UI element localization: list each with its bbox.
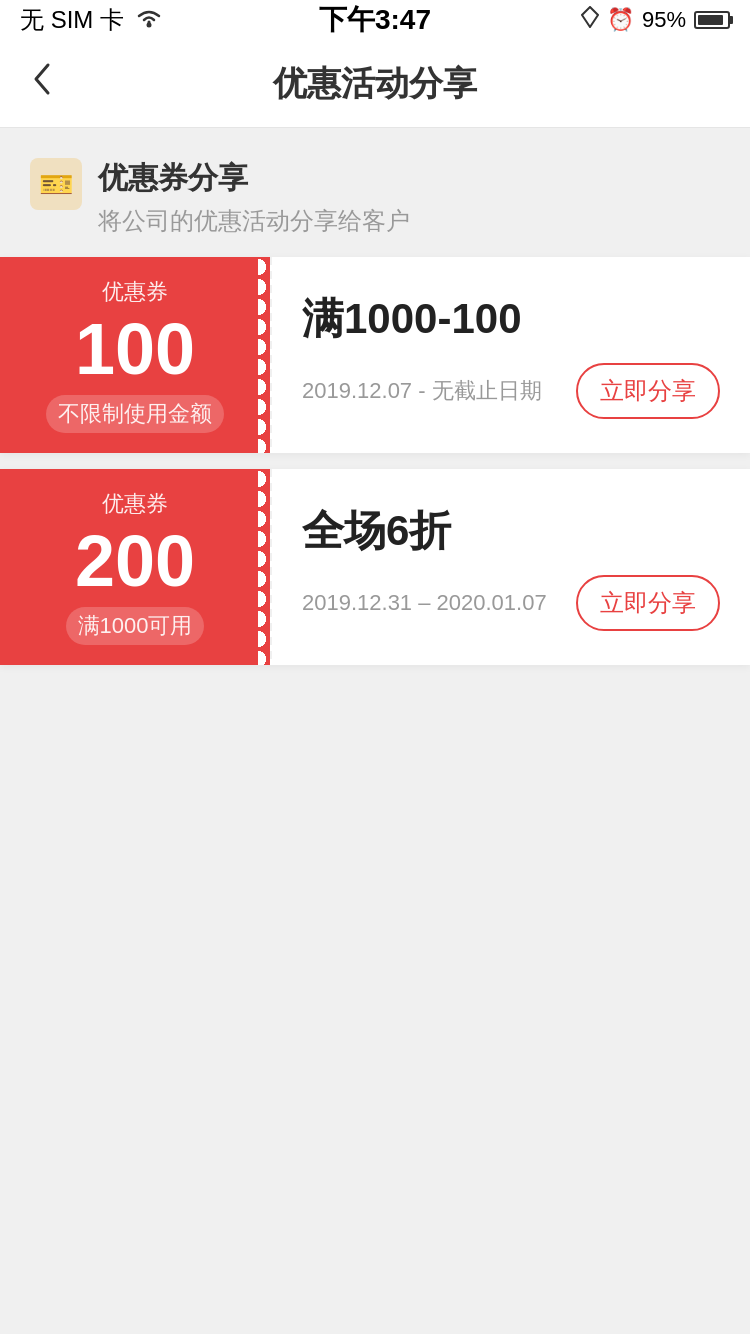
back-button[interactable] bbox=[30, 59, 54, 108]
svg-point-0 bbox=[147, 23, 152, 28]
nav-bar: 优惠活动分享 bbox=[0, 40, 750, 128]
coupon-card: 优惠券 100 不限制使用金额 满1000-100 2019.12.07 - 无… bbox=[0, 257, 750, 453]
coupon-card-1: 优惠券 200 满1000可用 全场6折 2019.12.31 – 2020.0… bbox=[0, 469, 750, 665]
coupon-condition-1: 满1000可用 bbox=[66, 607, 205, 645]
coupon-date-0: 2019.12.07 - 无截止日期 bbox=[302, 376, 566, 406]
battery-icon bbox=[694, 11, 730, 29]
coupon-bottom-0: 2019.12.07 - 无截止日期 立即分享 bbox=[302, 363, 720, 419]
bottom-area bbox=[0, 701, 750, 1261]
status-right: ⏰ 95% bbox=[581, 6, 730, 34]
coupon-bottom-1: 2019.12.31 – 2020.01.07 立即分享 bbox=[302, 575, 720, 631]
alarm-icon: ⏰ bbox=[607, 7, 634, 33]
page-title: 优惠活动分享 bbox=[273, 61, 477, 107]
wifi-icon bbox=[134, 6, 164, 34]
status-left: 无 SIM 卡 bbox=[20, 4, 164, 36]
coupon-name-0: 满1000-100 bbox=[302, 291, 720, 347]
share-button-0[interactable]: 立即分享 bbox=[576, 363, 720, 419]
coupon-date-1: 2019.12.31 – 2020.01.07 bbox=[302, 590, 566, 616]
carrier-text: 无 SIM 卡 bbox=[20, 4, 124, 36]
section-title: 优惠券分享 bbox=[98, 158, 410, 199]
coupon-left-1: 优惠券 200 满1000可用 bbox=[0, 469, 270, 665]
coupon-name-1: 全场6折 bbox=[302, 503, 720, 559]
section-subtitle: 将公司的优惠活动分享给客户 bbox=[98, 205, 410, 237]
coupon-amount-1: 200 bbox=[75, 525, 195, 597]
section-text: 优惠券分享 将公司的优惠活动分享给客户 bbox=[98, 158, 410, 237]
section-header: 🎫 优惠券分享 将公司的优惠活动分享给客户 bbox=[0, 128, 750, 257]
status-time: 下午3:47 bbox=[319, 1, 431, 39]
location-icon bbox=[581, 6, 599, 34]
coupon-type-1: 优惠券 bbox=[102, 489, 168, 519]
battery-text: 95% bbox=[642, 7, 686, 33]
coupon-list: 优惠券 100 不限制使用金额 满1000-100 2019.12.07 - 无… bbox=[0, 257, 750, 701]
coupon-right-1: 全场6折 2019.12.31 – 2020.01.07 立即分享 bbox=[272, 469, 750, 665]
status-bar: 无 SIM 卡 下午3:47 ⏰ 95% bbox=[0, 0, 750, 40]
coupon-left-0: 优惠券 100 不限制使用金额 bbox=[0, 257, 270, 453]
coupon-icon: 🎫 bbox=[39, 168, 74, 201]
coupon-type-0: 优惠券 bbox=[102, 277, 168, 307]
section-icon: 🎫 bbox=[30, 158, 82, 210]
share-button-1[interactable]: 立即分享 bbox=[576, 575, 720, 631]
coupon-amount-0: 100 bbox=[75, 313, 195, 385]
coupon-condition-0: 不限制使用金额 bbox=[46, 395, 224, 433]
coupon-right-0: 满1000-100 2019.12.07 - 无截止日期 立即分享 bbox=[272, 257, 750, 453]
